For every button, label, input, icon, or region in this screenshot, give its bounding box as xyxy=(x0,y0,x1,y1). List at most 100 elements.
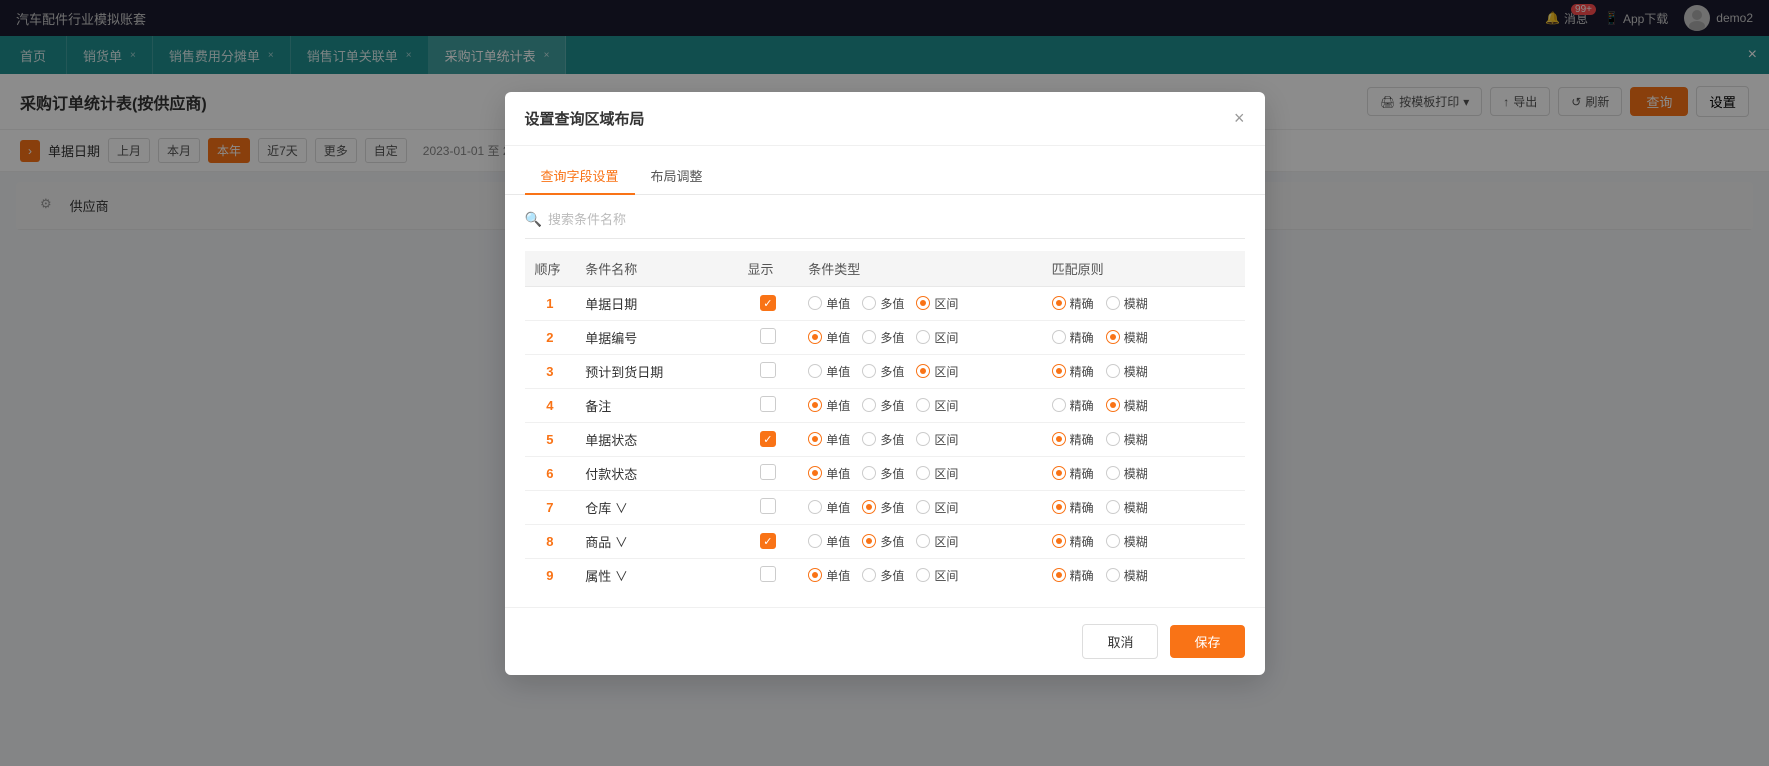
radio-type-single[interactable]: 单值 xyxy=(808,465,850,482)
radio-type-range[interactable]: 区间 xyxy=(916,465,958,482)
checkbox[interactable] xyxy=(760,431,776,447)
radio-type-multi[interactable]: 多值 xyxy=(862,431,904,448)
radio-rule-exact[interactable]: 精确 xyxy=(1052,533,1094,550)
radio-type-single[interactable]: 单值 xyxy=(808,431,850,448)
row-show-checkbox[interactable] xyxy=(737,320,798,354)
radio-rule-fuzzy[interactable]: 模糊 xyxy=(1106,465,1148,482)
radio-type-range[interactable]: 区间 xyxy=(916,295,958,312)
row-type-radios: 单值多值 区间 xyxy=(798,456,1041,490)
radio-rule-exact[interactable]: 精确 xyxy=(1052,363,1094,380)
radio-rule-label: 模糊 xyxy=(1124,397,1148,414)
radio-dot xyxy=(808,500,822,514)
radio-type-single[interactable]: 单值 xyxy=(808,329,850,346)
radio-type-multi[interactable]: 多值 xyxy=(862,363,904,380)
radio-type-single[interactable]: 单值 xyxy=(808,397,850,414)
row-show-checkbox[interactable] xyxy=(737,354,798,388)
radio-type-single[interactable]: 单值 xyxy=(808,363,850,380)
radio-rule-label: 精确 xyxy=(1070,499,1094,516)
radio-type-label: 单值 xyxy=(826,431,850,448)
radio-dot xyxy=(808,432,822,446)
cancel-button[interactable]: 取消 xyxy=(1082,624,1158,659)
radio-rule-label: 模糊 xyxy=(1124,533,1148,550)
checkbox[interactable] xyxy=(760,328,776,344)
search-input[interactable] xyxy=(548,212,1245,227)
radio-rule-fuzzy[interactable]: 模糊 xyxy=(1106,567,1148,584)
radio-dot xyxy=(916,398,930,412)
radio-dot xyxy=(808,398,822,412)
row-rule-radios: 精确模糊 xyxy=(1042,422,1245,456)
radio-rule-label: 模糊 xyxy=(1124,465,1148,482)
row-show-checkbox[interactable] xyxy=(737,456,798,490)
row-show-checkbox[interactable] xyxy=(737,524,798,558)
checkbox[interactable] xyxy=(760,464,776,480)
radio-rule-exact[interactable]: 精确 xyxy=(1052,499,1094,516)
radio-dot xyxy=(1052,568,1066,582)
checkbox[interactable] xyxy=(760,295,776,311)
row-order: 5 xyxy=(525,422,576,456)
row-show-checkbox[interactable] xyxy=(737,422,798,456)
settings-dialog: 设置查询区域布局 × 查询字段设置 布局调整 🔍 xyxy=(505,92,1265,675)
radio-rule-fuzzy[interactable]: 模糊 xyxy=(1106,397,1148,414)
radio-type-range[interactable]: 区间 xyxy=(916,397,958,414)
radio-type-range[interactable]: 区间 xyxy=(916,431,958,448)
radio-type-label: 区间 xyxy=(934,465,958,482)
row-condition-name: 属性 ∨ xyxy=(575,558,737,591)
radio-type-label: 区间 xyxy=(934,295,958,312)
radio-type-multi[interactable]: 多值 xyxy=(862,533,904,550)
radio-type-multi[interactable]: 多值 xyxy=(862,465,904,482)
radio-type-label: 多值 xyxy=(880,397,904,414)
radio-dot xyxy=(862,330,876,344)
radio-rule-exact[interactable]: 精确 xyxy=(1052,295,1094,312)
row-order: 9 xyxy=(525,558,576,591)
radio-rule-fuzzy[interactable]: 模糊 xyxy=(1106,499,1148,516)
radio-type-label: 单值 xyxy=(826,533,850,550)
radio-type-range[interactable]: 区间 xyxy=(916,329,958,346)
row-show-checkbox[interactable] xyxy=(737,388,798,422)
radio-type-label: 单值 xyxy=(826,499,850,516)
radio-type-multi[interactable]: 多值 xyxy=(862,397,904,414)
radio-type-multi[interactable]: 多值 xyxy=(862,567,904,584)
radio-rule-fuzzy[interactable]: 模糊 xyxy=(1106,329,1148,346)
row-show-checkbox[interactable] xyxy=(737,558,798,591)
radio-rule-exact[interactable]: 精确 xyxy=(1052,465,1094,482)
radio-rule-exact[interactable]: 精确 xyxy=(1052,567,1094,584)
row-show-checkbox[interactable] xyxy=(737,286,798,320)
radio-rule-fuzzy[interactable]: 模糊 xyxy=(1106,431,1148,448)
radio-type-single[interactable]: 单值 xyxy=(808,499,850,516)
radio-type-multi[interactable]: 多值 xyxy=(862,329,904,346)
checkbox[interactable] xyxy=(760,566,776,582)
checkbox[interactable] xyxy=(760,362,776,378)
checkbox[interactable] xyxy=(760,396,776,412)
checkbox[interactable] xyxy=(760,533,776,549)
row-show-checkbox[interactable] xyxy=(737,490,798,524)
radio-rule-exact[interactable]: 精确 xyxy=(1052,329,1094,346)
checkbox[interactable] xyxy=(760,498,776,514)
dialog-close-button[interactable]: × xyxy=(1234,109,1245,127)
radio-type-single[interactable]: 单值 xyxy=(808,533,850,550)
radio-type-multi[interactable]: 多值 xyxy=(862,295,904,312)
tab-query-fields[interactable]: 查询字段设置 xyxy=(525,158,635,195)
radio-dot xyxy=(1106,296,1120,310)
row-condition-name: 单据状态 xyxy=(575,422,737,456)
radio-type-multi[interactable]: 多值 xyxy=(862,499,904,516)
radio-type-single[interactable]: 单值 xyxy=(808,567,850,584)
radio-rule-fuzzy[interactable]: 模糊 xyxy=(1106,533,1148,550)
table-row: 1单据日期单值多值区间精确模糊 xyxy=(525,286,1245,320)
radio-type-range[interactable]: 区间 xyxy=(916,363,958,380)
radio-type-single[interactable]: 单值 xyxy=(808,295,850,312)
row-rule-radios: 精确 模糊 xyxy=(1042,456,1245,490)
radio-type-label: 区间 xyxy=(934,329,958,346)
radio-rule-fuzzy[interactable]: 模糊 xyxy=(1106,295,1148,312)
radio-rule-fuzzy[interactable]: 模糊 xyxy=(1106,363,1148,380)
radio-type-range[interactable]: 区间 xyxy=(916,533,958,550)
radio-type-range[interactable]: 区间 xyxy=(916,567,958,584)
row-order: 8 xyxy=(525,524,576,558)
radio-dot xyxy=(1052,432,1066,446)
radio-rule-exact[interactable]: 精确 xyxy=(1052,431,1094,448)
radio-dot xyxy=(862,568,876,582)
radio-rule-exact[interactable]: 精确 xyxy=(1052,397,1094,414)
tab-layout[interactable]: 布局调整 xyxy=(635,158,719,195)
radio-type-range[interactable]: 区间 xyxy=(916,499,958,516)
radio-type-label: 多值 xyxy=(880,499,904,516)
save-button[interactable]: 保存 xyxy=(1170,625,1244,658)
